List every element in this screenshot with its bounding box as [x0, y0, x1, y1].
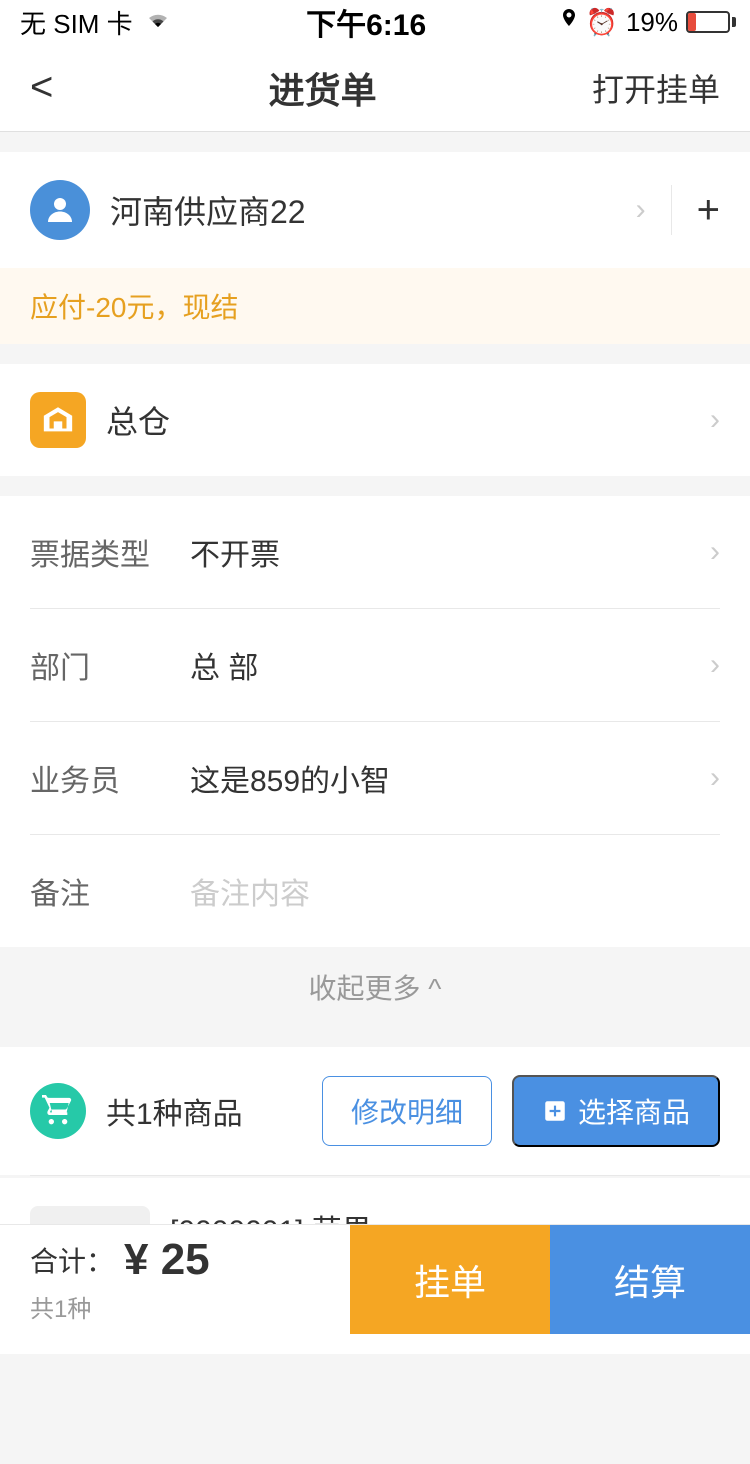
remark-placeholder: 备注内容 [190, 869, 720, 913]
select-product-label: 选择商品 [578, 1091, 690, 1131]
supplier-row[interactable]: 河南供应商22 › + [0, 152, 750, 268]
product-count-icon-container [30, 1083, 86, 1139]
alarm-icon: ⏰ [586, 7, 618, 38]
warehouse-section: 总仓 › [0, 364, 750, 476]
remark-row[interactable]: 备注 备注内容 [0, 835, 750, 947]
salesperson-value: 这是859的小智 [190, 756, 710, 800]
wifi-icon [143, 7, 173, 38]
select-product-icon [542, 1098, 568, 1124]
product-divider [30, 1175, 720, 1176]
warehouse-icon [41, 403, 75, 437]
divider-top [0, 132, 750, 152]
status-time: 下午6:16 [306, 0, 426, 44]
divider-2 [0, 476, 750, 496]
product-header: 共1种商品 修改明细 选择商品 [0, 1047, 750, 1175]
total-amount: ¥ 25 [124, 1235, 210, 1285]
supplier-avatar [30, 180, 90, 240]
remark-label: 备注 [30, 869, 190, 913]
department-value: 总 部 [190, 643, 710, 687]
collapse-text: 收起更多 ^ [309, 967, 442, 1007]
supplier-name: 河南供应商22 [110, 187, 636, 233]
back-button[interactable]: < [30, 65, 53, 110]
supplier-section: 河南供应商22 › + 应付-20元，现结 [0, 152, 750, 344]
battery-text: 19% [626, 7, 678, 38]
select-product-button[interactable]: 选择商品 [512, 1075, 720, 1147]
supplier-chevron-icon: › [636, 193, 646, 227]
vertical-divider [671, 185, 672, 235]
warehouse-name: 总仓 [106, 397, 710, 443]
payment-hint: 应付-20元，现结 [0, 268, 750, 344]
modify-detail-button[interactable]: 修改明细 [322, 1076, 492, 1146]
salesperson-row[interactable]: 业务员 这是859的小智 › [0, 722, 750, 834]
product-count-text: 共1种商品 [106, 1089, 302, 1133]
total-label: 合计： [30, 1240, 114, 1280]
status-bar: 无 SIM 卡 下午6:16 ⏰ 19% [0, 0, 750, 44]
location-icon [560, 7, 578, 38]
status-left: 无 SIM 卡 [20, 4, 173, 41]
invoice-type-row[interactable]: 票据类型 不开票 › [0, 496, 750, 608]
warehouse-row[interactable]: 总仓 › [0, 364, 750, 476]
person-icon [42, 192, 78, 228]
hold-button[interactable]: 挂单 [350, 1225, 550, 1334]
nav-bar: < 进货单 打开挂单 [0, 44, 750, 132]
open-hold-button[interactable]: 打开挂单 [592, 65, 720, 111]
bottom-bar: 合计： ¥ 25 共1种 挂单 结算 [0, 1224, 750, 1334]
salesperson-label: 业务员 [30, 756, 190, 800]
total-count: 共1种 [30, 1289, 320, 1324]
invoice-type-label: 票据类型 [30, 530, 190, 574]
department-label: 部门 [30, 643, 190, 687]
battery-icon-container [686, 7, 730, 38]
bottom-spacer [0, 1354, 750, 1464]
warehouse-chevron-icon: › [710, 403, 720, 437]
divider-3 [0, 1027, 750, 1047]
warehouse-icon-container [30, 392, 86, 448]
status-right: ⏰ 19% [560, 7, 730, 38]
product-header-section: 共1种商品 修改明细 选择商品 [0, 1047, 750, 1175]
cart-icon [42, 1095, 74, 1127]
total-row: 合计： ¥ 25 [30, 1235, 320, 1285]
department-chevron-icon: › [710, 648, 720, 682]
collapse-bar[interactable]: 收起更多 ^ [0, 947, 750, 1027]
page-title: 进货单 [269, 62, 377, 114]
department-row[interactable]: 部门 总 部 › [0, 609, 750, 721]
invoice-chevron-icon: › [710, 535, 720, 569]
add-supplier-button[interactable]: + [697, 188, 720, 233]
total-section: 合计： ¥ 25 共1种 [0, 1225, 350, 1334]
carrier-text: 无 SIM 卡 [20, 4, 133, 41]
invoice-type-value: 不开票 [190, 530, 710, 574]
divider-1 [0, 344, 750, 364]
settle-button[interactable]: 结算 [550, 1225, 750, 1334]
salesperson-chevron-icon: › [710, 761, 720, 795]
form-section: 票据类型 不开票 › 部门 总 部 › 业务员 这是859的小智 › 备注 备注… [0, 496, 750, 947]
